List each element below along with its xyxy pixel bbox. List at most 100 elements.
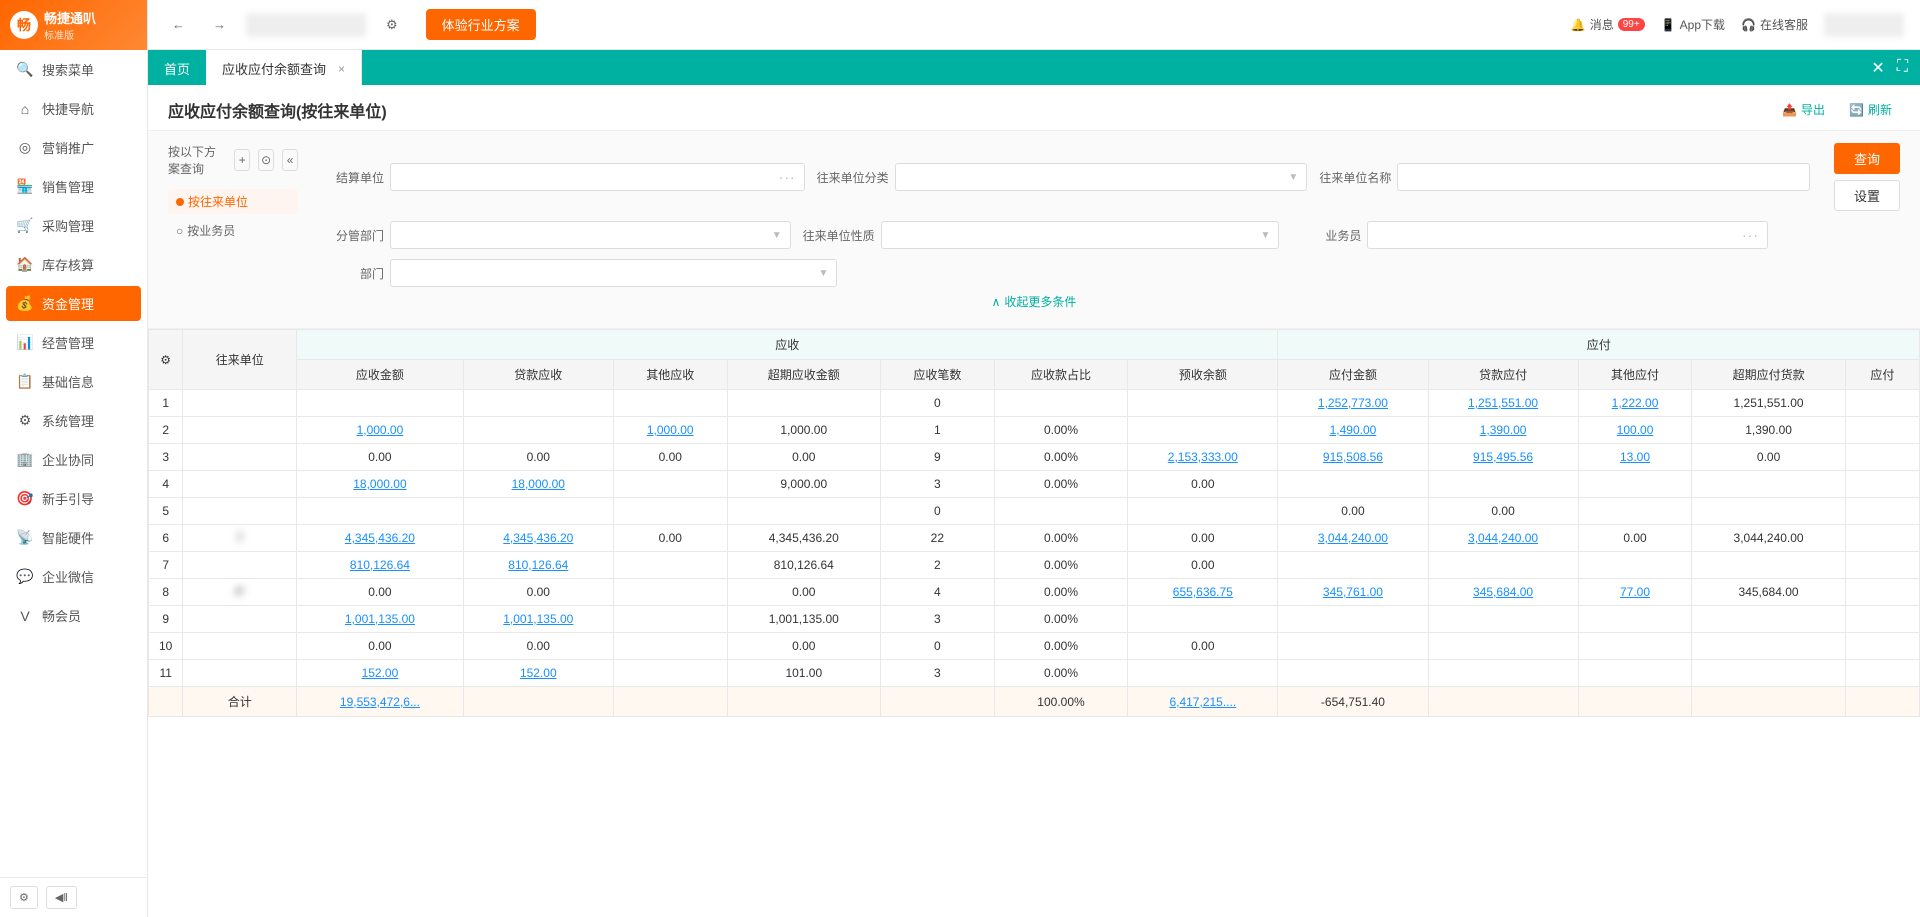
partner-nature-input[interactable]: ▼	[881, 221, 1280, 249]
sidebar-item-smart-hw[interactable]: 📡 智能硬件	[0, 518, 147, 557]
sidebar-item-operations[interactable]: 📊 经营管理	[0, 323, 147, 362]
row-cell[interactable]: 0.00	[1128, 633, 1278, 660]
row-cell[interactable]	[1578, 552, 1692, 579]
settings-btn-right[interactable]: 设置	[1834, 180, 1900, 211]
sidebar-item-search-menu[interactable]: 🔍 搜索菜单	[0, 50, 147, 89]
collapse-scheme-btn[interactable]: «	[282, 149, 298, 171]
row-cell[interactable]	[1578, 660, 1692, 687]
row-cell[interactable]: 0.00	[1578, 525, 1692, 552]
row-cell[interactable]: 0.00	[463, 444, 613, 471]
row-cell[interactable]	[1128, 606, 1278, 633]
row-cell[interactable]	[297, 498, 464, 525]
row-cell[interactable]	[1278, 633, 1428, 660]
sidebar-item-inventory[interactable]: 🏠 库存核算	[0, 245, 147, 284]
row-cell[interactable]	[463, 417, 613, 444]
row-cell[interactable]	[613, 660, 727, 687]
collapse-bar[interactable]: ∧ 收起更多条件	[168, 287, 1900, 316]
row-cell[interactable]	[613, 498, 727, 525]
row-cell[interactable]	[297, 390, 464, 417]
row-cell[interactable]	[613, 633, 727, 660]
row-cell[interactable]	[613, 552, 727, 579]
sidebar-item-system[interactable]: ⚙ 系统管理	[0, 401, 147, 440]
row-cell[interactable]: 77.00	[1578, 579, 1692, 606]
row-cell[interactable]: 345,761.00	[1278, 579, 1428, 606]
row-cell[interactable]	[1278, 471, 1428, 498]
row-cell[interactable]	[1428, 660, 1578, 687]
sidebar-item-basic-info[interactable]: 📋 基础信息	[0, 362, 147, 401]
sidebar-item-sales[interactable]: 🏪 销售管理	[0, 167, 147, 206]
row-cell[interactable]: 0.00	[463, 633, 613, 660]
row-cell[interactable]: 810,126.64	[297, 552, 464, 579]
sidebar-item-enterprise[interactable]: 🏢 企业协同	[0, 440, 147, 479]
sidebar-item-marketing[interactable]: ◎ 营销推广	[0, 128, 147, 167]
header-settings-btn[interactable]: ⚙	[378, 17, 406, 33]
row-cell[interactable]	[1428, 633, 1578, 660]
row-cell[interactable]: 4,345,436.20	[463, 525, 613, 552]
row-cell[interactable]: 0.00	[1278, 498, 1428, 525]
row-cell[interactable]	[1128, 498, 1278, 525]
row-cell[interactable]	[1578, 606, 1692, 633]
sidebar-settings-btn[interactable]: ⚙	[10, 886, 38, 909]
row-cell[interactable]: 0.00	[297, 444, 464, 471]
row-cell[interactable]: 0.00	[1128, 525, 1278, 552]
row-cell[interactable]	[1128, 660, 1278, 687]
row-cell[interactable]: 1,000.00	[297, 417, 464, 444]
row-cell[interactable]: 100.00	[1578, 417, 1692, 444]
row-cell[interactable]: 655,636.75	[1128, 579, 1278, 606]
row-cell[interactable]: 1,001,135.00	[463, 606, 613, 633]
sidebar-item-guide[interactable]: 🎯 新手引导	[0, 479, 147, 518]
row-cell[interactable]: 1,251,551.00	[1428, 390, 1578, 417]
sidebar-item-quick-nav[interactable]: ⌂ 快捷导航	[0, 89, 147, 128]
sidebar-collapse-btn[interactable]: ◀‖	[46, 886, 77, 909]
row-cell[interactable]	[613, 471, 727, 498]
add-scheme-btn[interactable]: +	[234, 149, 250, 171]
row-cell[interactable]: 915,508.56	[1278, 444, 1428, 471]
row-cell[interactable]: 0.00	[613, 525, 727, 552]
row-cell[interactable]: 3,044,240.00	[1278, 525, 1428, 552]
row-cell[interactable]: 4,345,436.20	[297, 525, 464, 552]
table-settings-col[interactable]: ⚙	[149, 330, 183, 390]
sidebar-item-enterprise-wx[interactable]: 💬 企业微信	[0, 557, 147, 596]
app-download-btn[interactable]: 📱 App下载	[1661, 16, 1725, 33]
row-cell[interactable]: 810,126.64	[463, 552, 613, 579]
row-cell[interactable]: 18,000.00	[463, 471, 613, 498]
brand-button[interactable]: 体验行业方案	[426, 9, 536, 40]
row-cell[interactable]: 0.00	[463, 579, 613, 606]
message-btn[interactable]: 🔔 消息 99+	[1571, 16, 1645, 33]
row-cell[interactable]: 1,252,773.00	[1278, 390, 1428, 417]
row-cell[interactable]: 0.00	[1428, 498, 1578, 525]
dept-input[interactable]: ▼	[390, 221, 791, 249]
scheme-settings-btn[interactable]: ⊙	[258, 149, 274, 171]
row-cell[interactable]: 0.00	[1128, 471, 1278, 498]
row-cell[interactable]: 0.00	[297, 633, 464, 660]
row-cell[interactable]: 915,495.56	[1428, 444, 1578, 471]
row-cell[interactable]	[1278, 606, 1428, 633]
row-cell[interactable]: 0.00	[1128, 552, 1278, 579]
row-cell[interactable]	[1128, 390, 1278, 417]
query-btn[interactable]: 查询	[1834, 143, 1900, 174]
row-cell[interactable]: 0.00	[297, 579, 464, 606]
row-cell[interactable]	[613, 579, 727, 606]
nav-forward[interactable]: →	[205, 17, 234, 32]
refresh-btn[interactable]: 🔄 刷新	[1841, 97, 1900, 122]
row-cell[interactable]	[613, 390, 727, 417]
scheme-by-partner[interactable]: 按往来单位	[168, 189, 298, 214]
nav-back[interactable]: ←	[164, 17, 193, 32]
row-cell[interactable]	[1578, 471, 1692, 498]
row-cell[interactable]	[1428, 552, 1578, 579]
sidebar-item-finance[interactable]: 💰 资金管理	[6, 286, 141, 321]
row-cell[interactable]	[1278, 552, 1428, 579]
row-cell[interactable]: 3,044,240.00	[1428, 525, 1578, 552]
close-window-btn[interactable]: ✕	[1867, 54, 1888, 82]
scheme-by-salesperson[interactable]: ○ 按业务员	[168, 220, 298, 241]
settlement-input[interactable]: ···	[390, 163, 805, 191]
row-cell[interactable]	[1428, 471, 1578, 498]
partner-category-input[interactable]: ▼	[895, 163, 1308, 191]
row-cell[interactable]	[463, 390, 613, 417]
partner-name-input[interactable]	[1397, 163, 1810, 191]
row-cell[interactable]: 1,001,135.00	[297, 606, 464, 633]
row-cell[interactable]: 1,000.00	[613, 417, 727, 444]
row-cell[interactable]: 1,490.00	[1278, 417, 1428, 444]
dept2-input[interactable]: ▼	[390, 259, 837, 287]
row-cell[interactable]: 152.00	[297, 660, 464, 687]
